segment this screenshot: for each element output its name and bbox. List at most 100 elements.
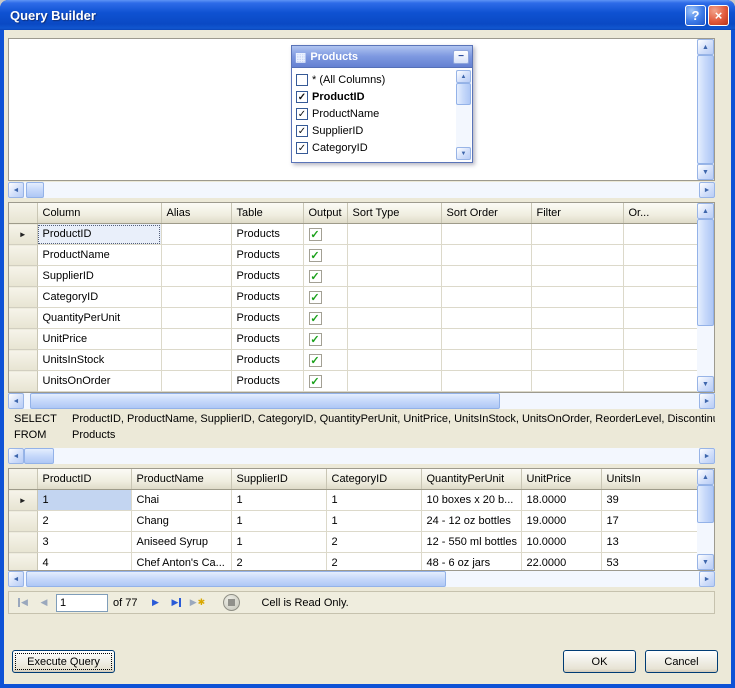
filter-cell[interactable] <box>531 350 623 371</box>
scroll-down-icon[interactable]: ▼ <box>697 376 714 392</box>
scrollbar-track[interactable] <box>24 393 699 409</box>
scrollbar-thumb[interactable] <box>26 571 446 587</box>
table-card-header[interactable]: ▦ Products − <box>292 46 472 68</box>
column-cell[interactable]: SupplierID <box>37 266 161 287</box>
cell[interactable]: 19.0000 <box>521 511 601 532</box>
diagram-pane[interactable]: ▦ Products − * (All Columns) ✓ ProductID… <box>8 38 715 181</box>
or-cell[interactable] <box>623 224 697 245</box>
results-header[interactable]: UnitsIn <box>601 469 697 490</box>
scrollbar-thumb[interactable] <box>697 485 714 523</box>
output-cell[interactable]: ✓ <box>303 350 347 371</box>
column-cell[interactable]: QuantityPerUnit <box>37 308 161 329</box>
card-scrollbar[interactable]: ▲ ▼ <box>456 70 471 160</box>
sort-type-header[interactable]: Sort Type <box>347 203 441 224</box>
cell[interactable]: Aniseed Syrup <box>131 532 231 553</box>
sort-order-cell[interactable] <box>441 266 531 287</box>
filter-cell[interactable] <box>531 329 623 350</box>
cell[interactable]: 22.0000 <box>521 553 601 572</box>
filter-cell[interactable] <box>531 224 623 245</box>
sort-type-cell[interactable] <box>347 287 441 308</box>
add-new-row-button[interactable]: ▶✱ <box>188 594 206 612</box>
cell[interactable]: 39 <box>601 490 697 511</box>
results-header[interactable]: UnitPrice <box>521 469 601 490</box>
or-cell[interactable] <box>623 266 697 287</box>
scroll-up-icon[interactable]: ▲ <box>697 203 714 219</box>
scrollbar-track[interactable] <box>24 571 699 587</box>
scrollbar-thumb[interactable] <box>26 182 44 198</box>
column-label[interactable]: ProductName <box>312 108 379 120</box>
scrollbar-track[interactable] <box>456 83 471 147</box>
list-item[interactable]: ✓ SupplierID <box>296 122 452 139</box>
row-selector[interactable]: ► <box>9 490 37 511</box>
cell[interactable]: 13 <box>601 532 697 553</box>
output-checkbox[interactable]: ✓ <box>309 249 322 262</box>
row-selector[interactable] <box>9 308 37 329</box>
column-cell[interactable]: UnitsOnOrder <box>37 371 161 392</box>
cell[interactable]: Chef Anton's Ca... <box>131 553 231 572</box>
table-cell[interactable]: Products <box>231 245 303 266</box>
or-cell[interactable] <box>623 287 697 308</box>
results-header[interactable]: QuantityPerUnit <box>421 469 521 490</box>
column-checkbox[interactable]: ✓ <box>296 142 308 154</box>
output-checkbox[interactable]: ✓ <box>309 375 322 388</box>
column-checkbox[interactable]: ✓ <box>296 108 308 120</box>
cell[interactable]: 24 - 12 oz bottles <box>421 511 521 532</box>
results-vertical-scrollbar[interactable]: ▲ ▼ <box>697 469 714 570</box>
sort-type-cell[interactable] <box>347 371 441 392</box>
output-cell[interactable]: ✓ <box>303 224 347 245</box>
cancel-button[interactable]: Cancel <box>645 650 718 673</box>
move-last-button[interactable]: ▶ <box>167 594 185 612</box>
record-position-input[interactable] <box>56 594 108 612</box>
scrollbar-thumb[interactable] <box>697 219 714 326</box>
output-checkbox[interactable]: ✓ <box>309 354 322 367</box>
scroll-down-icon[interactable]: ▼ <box>456 147 471 160</box>
scrollbar-track[interactable] <box>24 182 699 198</box>
scroll-up-icon[interactable]: ▲ <box>697 39 714 55</box>
results-header[interactable]: ProductID <box>37 469 131 490</box>
sql-pane[interactable]: SELECT ProductID, ProductName, SupplierI… <box>8 411 715 448</box>
output-checkbox[interactable]: ✓ <box>309 291 322 304</box>
sort-type-cell[interactable] <box>347 224 441 245</box>
scroll-right-icon[interactable]: ► <box>699 393 715 409</box>
scroll-left-icon[interactable]: ◄ <box>8 448 24 464</box>
criteria-vertical-scrollbar[interactable]: ▲ ▼ <box>697 203 714 392</box>
scroll-right-icon[interactable]: ► <box>699 448 715 464</box>
or-cell[interactable] <box>623 329 697 350</box>
column-cell[interactable]: ProductName <box>37 245 161 266</box>
move-first-button[interactable]: ◀ <box>14 594 32 612</box>
cell[interactable]: 2 <box>326 532 421 553</box>
list-item[interactable]: ✓ CategoryID <box>296 139 452 156</box>
cell[interactable]: 1 <box>231 490 326 511</box>
alias-cell[interactable] <box>161 308 231 329</box>
column-checkbox[interactable]: ✓ <box>296 91 308 103</box>
output-checkbox[interactable]: ✓ <box>309 333 322 346</box>
filter-cell[interactable] <box>531 266 623 287</box>
close-button[interactable]: × <box>708 5 729 26</box>
or-cell[interactable] <box>623 308 697 329</box>
scrollbar-thumb[interactable] <box>697 55 714 164</box>
filter-cell[interactable] <box>531 371 623 392</box>
collapse-button[interactable]: − <box>453 50 469 64</box>
sort-type-cell[interactable] <box>347 308 441 329</box>
row-selector[interactable] <box>9 329 37 350</box>
table-cell[interactable]: Products <box>231 224 303 245</box>
output-checkbox[interactable]: ✓ <box>309 228 322 241</box>
cell[interactable]: 2 <box>326 553 421 572</box>
column-label[interactable]: SupplierID <box>312 125 363 137</box>
list-item[interactable]: * (All Columns) <box>296 71 452 88</box>
help-button[interactable]: ? <box>685 5 706 26</box>
diagram-horizontal-scrollbar[interactable]: ◄ ► <box>8 182 715 198</box>
sort-order-cell[interactable] <box>441 350 531 371</box>
column-checkbox[interactable]: ✓ <box>296 125 308 137</box>
or-cell[interactable] <box>623 245 697 266</box>
row-selector[interactable] <box>9 245 37 266</box>
sort-order-cell[interactable] <box>441 371 531 392</box>
table-cell[interactable]: Products <box>231 308 303 329</box>
criteria-horizontal-scrollbar[interactable]: ◄ ► <box>8 393 715 409</box>
filter-cell[interactable] <box>531 308 623 329</box>
row-selector[interactable] <box>9 350 37 371</box>
scrollbar-track[interactable] <box>697 55 714 164</box>
results-horizontal-scrollbar[interactable]: ◄ ► <box>8 571 715 587</box>
cell[interactable]: 4 <box>37 553 131 572</box>
output-checkbox[interactable]: ✓ <box>309 312 322 325</box>
